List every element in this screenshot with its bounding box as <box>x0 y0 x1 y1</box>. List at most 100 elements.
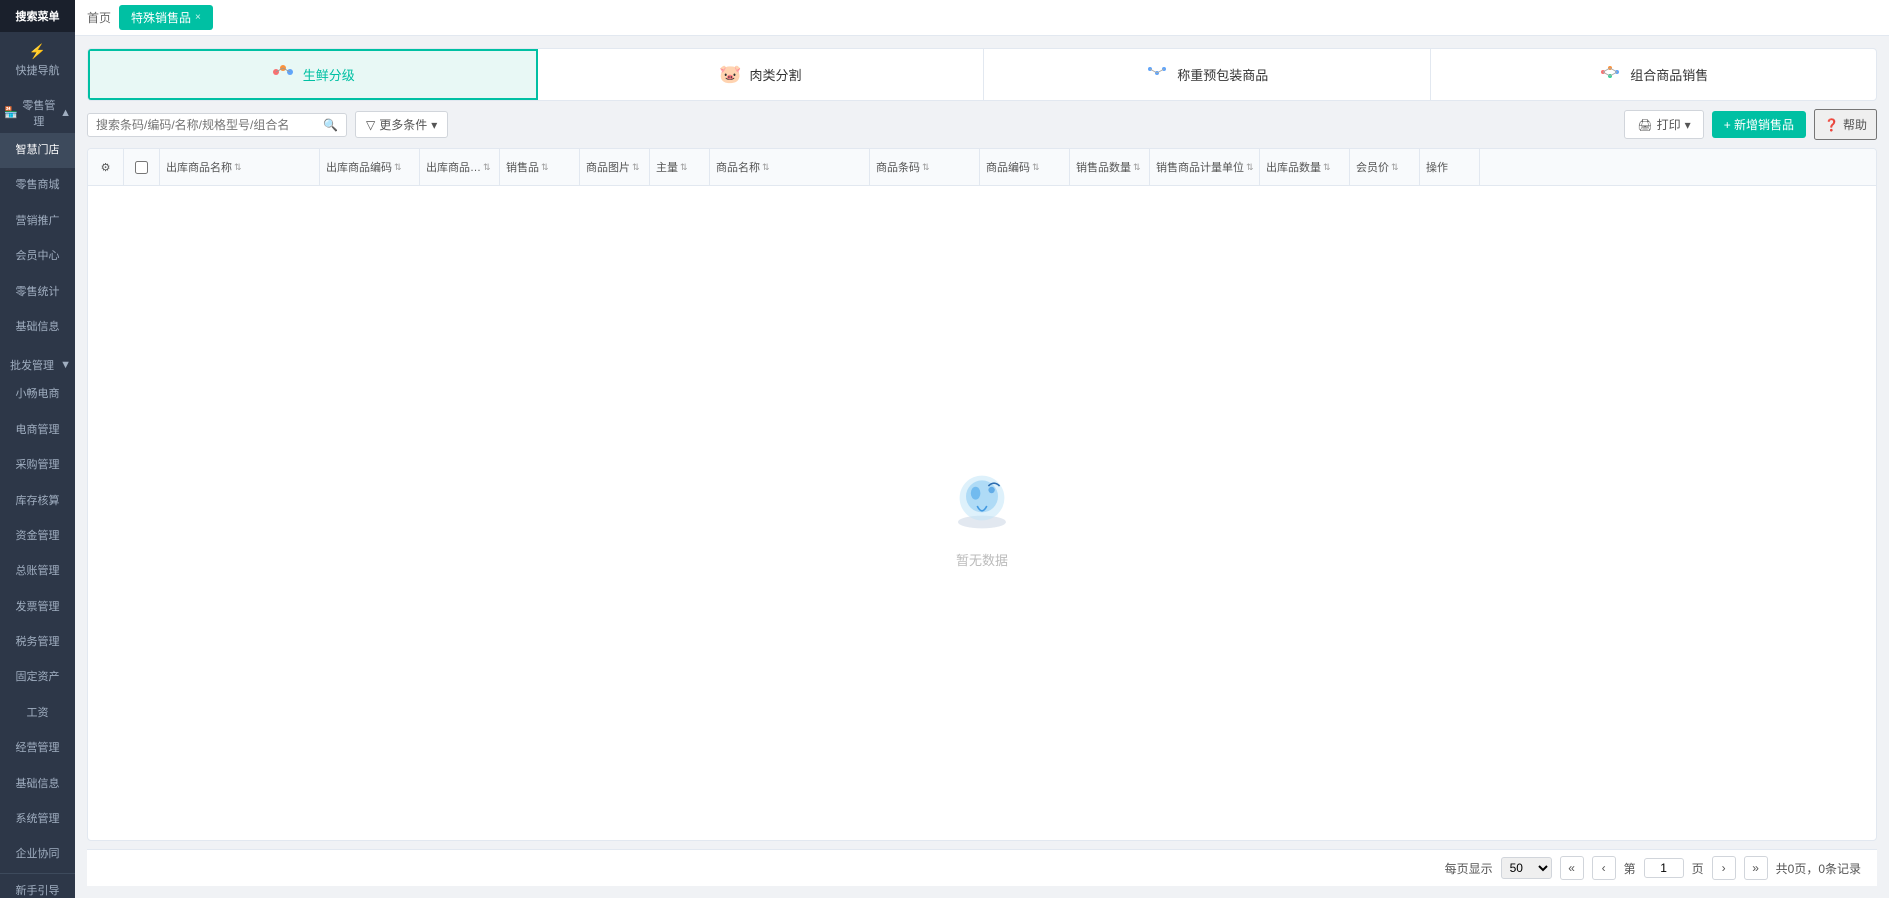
th-out-qty[interactable]: 出库品数量 ⇅ <box>1260 149 1350 185</box>
th-sale-unit[interactable]: 销售商品计量单位 ⇅ <box>1150 149 1260 185</box>
empty-state: 暂无数据 <box>88 186 1876 840</box>
sidebar-item-purchase-mgmt[interactable]: 采购管理 <box>0 448 75 483</box>
printer-icon: 🖨 <box>1637 118 1652 132</box>
main-content: 首页 特殊销售品 × 生鲜分级 <box>75 0 1889 898</box>
th-weight[interactable]: 主量 ⇅ <box>650 149 710 185</box>
combo-sale-icon <box>1598 63 1622 86</box>
sidebar-item-fixed-assets[interactable]: 固定资产 <box>0 660 75 695</box>
th-sale-qty[interactable]: 销售品数量 ⇅ <box>1070 149 1150 185</box>
page-number-input[interactable] <box>1644 858 1684 878</box>
print-label: 打印 <box>1657 116 1681 133</box>
sort-icon: ⇅ <box>1246 162 1254 173</box>
sidebar-item-batch-mgmt[interactable]: 批发管理 ▼ <box>0 349 75 377</box>
add-label: + 新增销售品 <box>1724 116 1794 133</box>
th-sale-name[interactable]: 商品名称 ⇅ <box>710 149 870 185</box>
th-check[interactable] <box>124 149 160 185</box>
th-out-code[interactable]: 出库商品编码 ⇅ <box>320 149 420 185</box>
sidebar-item-label: 资金管理 <box>16 529 60 544</box>
retail-mgmt-icon: 🏪 <box>4 106 18 119</box>
sort-icon: ⇅ <box>1133 162 1141 173</box>
quick-nav-icon: ⚡ <box>29 42 46 62</box>
sidebar-item-member-center[interactable]: 会员中心 <box>0 239 75 274</box>
sidebar-item-corp-agreement[interactable]: 企业协同 <box>0 837 75 872</box>
th-img[interactable]: 商品图片 ⇅ <box>580 149 650 185</box>
sidebar-item-quick-nav[interactable]: ⚡ 快捷导航 <box>0 32 75 89</box>
sidebar-item-label: 批发管理 <box>4 357 60 373</box>
sidebar-item-label: 会员中心 <box>16 249 60 264</box>
sort-icon: ⇅ <box>394 162 402 173</box>
sidebar-item-retail-mall[interactable]: 零售商城 <box>0 168 75 203</box>
sidebar-item-finance-mgmt[interactable]: 资金管理 <box>0 519 75 554</box>
sidebar-item-mini-ecom[interactable]: 小畅电商 <box>0 377 75 412</box>
table-container: ⚙ 出库商品名称 ⇅ 出库商品编码 ⇅ 出库商品… ⇅ 销售品 <box>87 148 1877 841</box>
tab-weight-pkg[interactable]: 称重预包装商品 <box>984 49 1431 100</box>
sidebar-item-retail-mgmt[interactable]: 🏪 零售管理 ▲ <box>0 89 75 133</box>
search-box[interactable]: 🔍 <box>87 113 347 137</box>
sidebar-item-invoice-mgmt[interactable]: 发票管理 <box>0 590 75 625</box>
sidebar-item-tax-mgmt[interactable]: 税务管理 <box>0 625 75 660</box>
tab-meat-cut[interactable]: 🐷 肉类分割 <box>538 49 985 100</box>
sidebar-item-ops-mgmt[interactable]: 经营管理 <box>0 731 75 766</box>
home-link[interactable]: 首页 <box>87 9 111 26</box>
fresh-grade-icon <box>271 63 295 86</box>
sidebar-item-label: 快捷导航 <box>16 64 60 79</box>
sidebar-item-label: 零售商城 <box>16 178 60 193</box>
prev-page-button[interactable]: ‹ <box>1592 856 1616 880</box>
sidebar-item-basic-info2[interactable]: 基础信息 <box>0 767 75 802</box>
th-out-sku[interactable]: 出库商品… ⇅ <box>420 149 500 185</box>
tab-fresh-grade[interactable]: 生鲜分级 <box>88 49 538 100</box>
sidebar-item-new-guide[interactable]: 新手引导 <box>0 874 75 898</box>
sort-icon: ⇅ <box>762 162 770 173</box>
sidebar-item-label: 电商管理 <box>16 423 60 438</box>
filter-icon: ▽ <box>366 118 375 132</box>
sidebar-item-basic-info[interactable]: 基础信息 <box>0 310 75 345</box>
sidebar-item-label: 小畅电商 <box>16 387 60 402</box>
sidebar-item-payroll[interactable]: 工资 <box>0 696 75 731</box>
search-icon: 🔍 <box>323 118 338 132</box>
sidebar-item-label: 库存核算 <box>16 494 60 509</box>
sidebar-item-inventory[interactable]: 库存核算 <box>0 484 75 519</box>
th-member-price[interactable]: 会员价 ⇅ <box>1350 149 1420 185</box>
sidebar-item-label: 采购管理 <box>16 458 60 473</box>
add-product-button[interactable]: + 新增销售品 <box>1712 111 1806 138</box>
select-all-checkbox[interactable] <box>135 161 148 174</box>
close-icon[interactable]: × <box>195 12 201 23</box>
th-action: 操作 <box>1420 149 1480 185</box>
sidebar-item-smart-store[interactable]: 智慧门店 <box>0 133 75 168</box>
filter-button[interactable]: ▽ 更多条件 ▾ <box>355 111 448 138</box>
last-page-button[interactable]: » <box>1744 856 1768 880</box>
page-unit: 页 <box>1692 860 1704 877</box>
th-item-code[interactable]: 商品编码 ⇅ <box>980 149 1070 185</box>
first-page-button[interactable]: « <box>1560 856 1584 880</box>
th-barcode[interactable]: 商品条码 ⇅ <box>870 149 980 185</box>
sidebar-item-label: 税务管理 <box>16 635 60 650</box>
sidebar-item-label: 发票管理 <box>16 600 60 615</box>
sort-icon: ⇅ <box>922 162 930 173</box>
help-label: 帮助 <box>1843 116 1867 133</box>
sidebar-item-label: 基础信息 <box>16 320 60 335</box>
content-area: 生鲜分级 🐷 肉类分割 称重预包装商品 <box>75 36 1889 898</box>
sidebar-item-label: 经营管理 <box>16 741 60 756</box>
print-button[interactable]: 🖨 打印 ▾ <box>1624 110 1703 139</box>
search-input[interactable] <box>96 118 319 132</box>
help-button[interactable]: ❓ 帮助 <box>1814 109 1877 140</box>
sidebar-item-sales-promo[interactable]: 营销推广 <box>0 204 75 239</box>
page-size-select[interactable]: 50 10 20 100 <box>1501 857 1552 879</box>
th-sale-item[interactable]: 销售品 ⇅ <box>500 149 580 185</box>
sidebar-item-retail-stats[interactable]: 零售统计 <box>0 275 75 310</box>
th-settings[interactable]: ⚙ <box>88 149 124 185</box>
tab-combo-sale[interactable]: 组合商品销售 <box>1431 49 1877 100</box>
chevron-icon: ▼ <box>60 359 71 371</box>
sidebar-item-general-ledger[interactable]: 总账管理 <box>0 554 75 589</box>
sidebar-item-ecom-mgmt[interactable]: 电商管理 <box>0 413 75 448</box>
active-tab[interactable]: 特殊销售品 × <box>119 5 213 30</box>
sort-icon: ⇅ <box>680 162 688 173</box>
sidebar-item-system-mgmt[interactable]: 系统管理 <box>0 802 75 837</box>
next-page-button[interactable]: › <box>1712 856 1736 880</box>
sort-icon: ⇅ <box>1391 162 1399 173</box>
sidebar-logo[interactable]: 搜索菜单 <box>0 0 75 32</box>
tab-label: 称重预包装商品 <box>1177 65 1268 84</box>
sidebar-item-label: 企业协同 <box>16 847 60 862</box>
th-out-name[interactable]: 出库商品名称 ⇅ <box>160 149 320 185</box>
sidebar-item-label: 新手引导 <box>16 884 60 898</box>
